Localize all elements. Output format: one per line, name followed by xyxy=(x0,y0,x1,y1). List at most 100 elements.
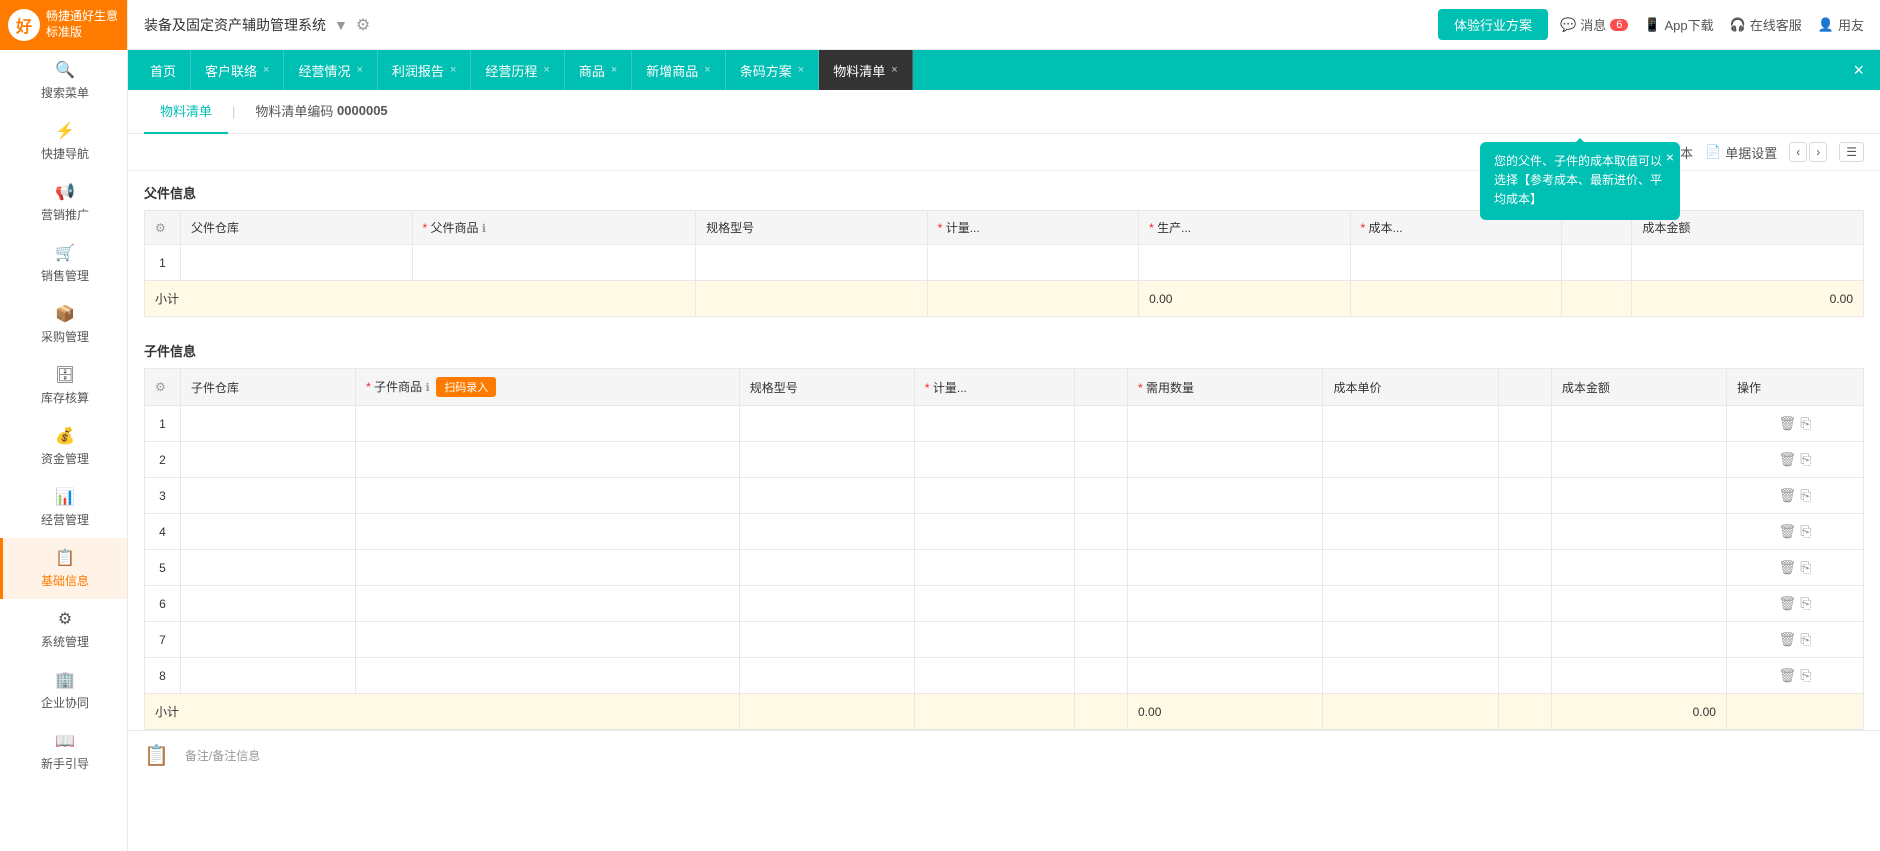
online-service-action[interactable]: 🎧 在线客服 xyxy=(1730,15,1802,34)
child-cell-product[interactable] xyxy=(356,622,740,658)
nav-tab-close-icon[interactable]: × xyxy=(798,64,804,76)
child-settings-gear-icon[interactable]: ⚙ xyxy=(155,380,166,394)
sidebar-item-finance[interactable]: 💰资金管理 xyxy=(0,416,127,477)
system-name-dropdown-icon[interactable]: ▼ xyxy=(334,17,348,33)
child-cell-spec[interactable] xyxy=(739,406,914,442)
child-cell-warehouse[interactable] xyxy=(181,586,356,622)
child-cell-product[interactable] xyxy=(356,442,740,478)
child-cell-unit-price[interactable] xyxy=(1323,550,1498,586)
nav-tab-利润报告[interactable]: 利润报告× xyxy=(378,50,471,90)
child-cell-spec[interactable] xyxy=(739,586,914,622)
nav-tab-经营情况[interactable]: 经营情况× xyxy=(284,50,377,90)
sidebar-item-sales[interactable]: 🛒销售管理 xyxy=(0,233,127,294)
child-cell-unit-price[interactable] xyxy=(1323,622,1498,658)
copy-icon[interactable]: ⎘ xyxy=(1800,523,1811,540)
message-action[interactable]: 💬 消息 6 xyxy=(1560,15,1628,34)
child-cell-qty[interactable] xyxy=(1128,442,1323,478)
nav-tab-新增商品[interactable]: 新增商品× xyxy=(632,50,725,90)
delete-icon[interactable]: 🗑 xyxy=(1778,487,1796,504)
nav-tab-close-icon[interactable]: × xyxy=(450,64,456,76)
nav-tab-商品[interactable]: 商品× xyxy=(565,50,632,90)
nav-tab-条码方案[interactable]: 条码方案× xyxy=(726,50,819,90)
child-cell-qty[interactable] xyxy=(1128,622,1323,658)
sidebar-item-search[interactable]: 🔍搜索菜单 xyxy=(0,50,127,111)
menu-btn[interactable]: ☰ xyxy=(1839,142,1864,162)
child-cell-product[interactable] xyxy=(356,478,740,514)
child-cell-warehouse[interactable] xyxy=(181,406,356,442)
nav-tab-close-icon[interactable]: × xyxy=(704,64,710,76)
sidebar-item-system[interactable]: ⚙系统管理 xyxy=(0,599,127,660)
copy-icon[interactable]: ⎘ xyxy=(1800,559,1811,576)
experience-btn[interactable]: 体验行业方案 xyxy=(1438,9,1548,40)
sub-tab-material-list[interactable]: 物料清单 xyxy=(144,90,228,134)
nav-tab-经营历程[interactable]: 经营历程× xyxy=(471,50,564,90)
nav-tab-close-icon[interactable]: × xyxy=(263,64,269,76)
close-all-btn[interactable]: × xyxy=(1845,60,1872,81)
delete-icon[interactable]: 🗑 xyxy=(1778,415,1796,432)
nav-tab-close-icon[interactable]: × xyxy=(543,64,549,76)
prev-btn[interactable]: ‹ xyxy=(1789,142,1807,162)
child-cell-spec[interactable] xyxy=(739,622,914,658)
delete-icon[interactable]: 🗑 xyxy=(1778,631,1796,648)
child-cell-spec[interactable] xyxy=(739,478,914,514)
user-action[interactable]: 👤 用友 xyxy=(1818,15,1864,34)
child-cell-product[interactable] xyxy=(356,514,740,550)
parent-cell-product[interactable] xyxy=(412,245,696,281)
child-cell-warehouse[interactable] xyxy=(181,442,356,478)
sidebar-item-newbie[interactable]: 📖新手引导 xyxy=(0,721,127,782)
parent-cell-warehouse[interactable] xyxy=(181,245,413,281)
child-cell-unit[interactable] xyxy=(914,586,1074,622)
next-btn[interactable]: › xyxy=(1809,142,1827,162)
child-cell-qty[interactable] xyxy=(1128,478,1323,514)
parent-cell-spec[interactable] xyxy=(696,245,928,281)
child-cell-unit-price[interactable] xyxy=(1323,586,1498,622)
copy-icon[interactable]: ⎘ xyxy=(1800,415,1811,432)
child-cell-unit-price[interactable] xyxy=(1323,478,1498,514)
child-cell-spec[interactable] xyxy=(739,514,914,550)
child-cell-unit[interactable] xyxy=(914,622,1074,658)
scan-btn[interactable]: 扫码录入 xyxy=(436,377,496,397)
child-cell-unit[interactable] xyxy=(914,442,1074,478)
child-cell-unit[interactable] xyxy=(914,658,1074,694)
sidebar-item-basic[interactable]: 📋基础信息 xyxy=(0,538,127,599)
nav-tab-close-icon[interactable]: × xyxy=(611,64,617,76)
tooltip-close-btn[interactable]: × xyxy=(1666,146,1674,168)
delete-icon[interactable]: 🗑 xyxy=(1778,451,1796,468)
settings-gear-icon[interactable]: ⚙ xyxy=(155,221,166,235)
child-cell-spec[interactable] xyxy=(739,550,914,586)
child-cell-warehouse[interactable] xyxy=(181,658,356,694)
single-setting-btn[interactable]: 📄 单据设置 xyxy=(1705,143,1777,162)
child-cell-spec[interactable] xyxy=(739,658,914,694)
nav-tab-首页[interactable]: 首页 xyxy=(136,50,191,90)
child-cell-warehouse[interactable] xyxy=(181,478,356,514)
child-cell-unit[interactable] xyxy=(914,550,1074,586)
child-cell-warehouse[interactable] xyxy=(181,622,356,658)
nav-tab-客户联络[interactable]: 客户联络× xyxy=(191,50,284,90)
sidebar-item-purchase[interactable]: 📦采购管理 xyxy=(0,294,127,355)
sidebar-item-quicknav[interactable]: ⚡快捷导航 xyxy=(0,111,127,172)
parent-cell-cost[interactable] xyxy=(1350,245,1561,281)
sidebar-item-enterprise[interactable]: 🏢企业协同 xyxy=(0,660,127,721)
child-cell-warehouse[interactable] xyxy=(181,514,356,550)
child-cell-unit[interactable] xyxy=(914,514,1074,550)
child-cell-unit[interactable] xyxy=(914,406,1074,442)
child-cell-product[interactable] xyxy=(356,406,740,442)
child-cell-spec[interactable] xyxy=(739,442,914,478)
sidebar-item-marketing[interactable]: 📢营销推广 xyxy=(0,172,127,233)
sidebar-item-operation[interactable]: 📊经营管理 xyxy=(0,477,127,538)
child-cell-unit-price[interactable] xyxy=(1323,442,1498,478)
copy-icon[interactable]: ⎘ xyxy=(1800,667,1811,684)
child-cell-qty[interactable] xyxy=(1128,514,1323,550)
parent-cell-unit[interactable] xyxy=(927,245,1138,281)
app-download-action[interactable]: 📱 App下载 xyxy=(1644,15,1713,34)
child-cell-product[interactable] xyxy=(356,658,740,694)
child-cell-qty[interactable] xyxy=(1128,586,1323,622)
child-cell-unit[interactable] xyxy=(914,478,1074,514)
child-cell-product[interactable] xyxy=(356,550,740,586)
settings-icon[interactable]: ⚙ xyxy=(356,15,370,35)
child-cell-qty[interactable] xyxy=(1128,658,1323,694)
delete-icon[interactable]: 🗑 xyxy=(1778,559,1796,576)
copy-icon[interactable]: ⎘ xyxy=(1800,595,1811,612)
delete-icon[interactable]: 🗑 xyxy=(1778,523,1796,540)
child-cell-product[interactable] xyxy=(356,586,740,622)
